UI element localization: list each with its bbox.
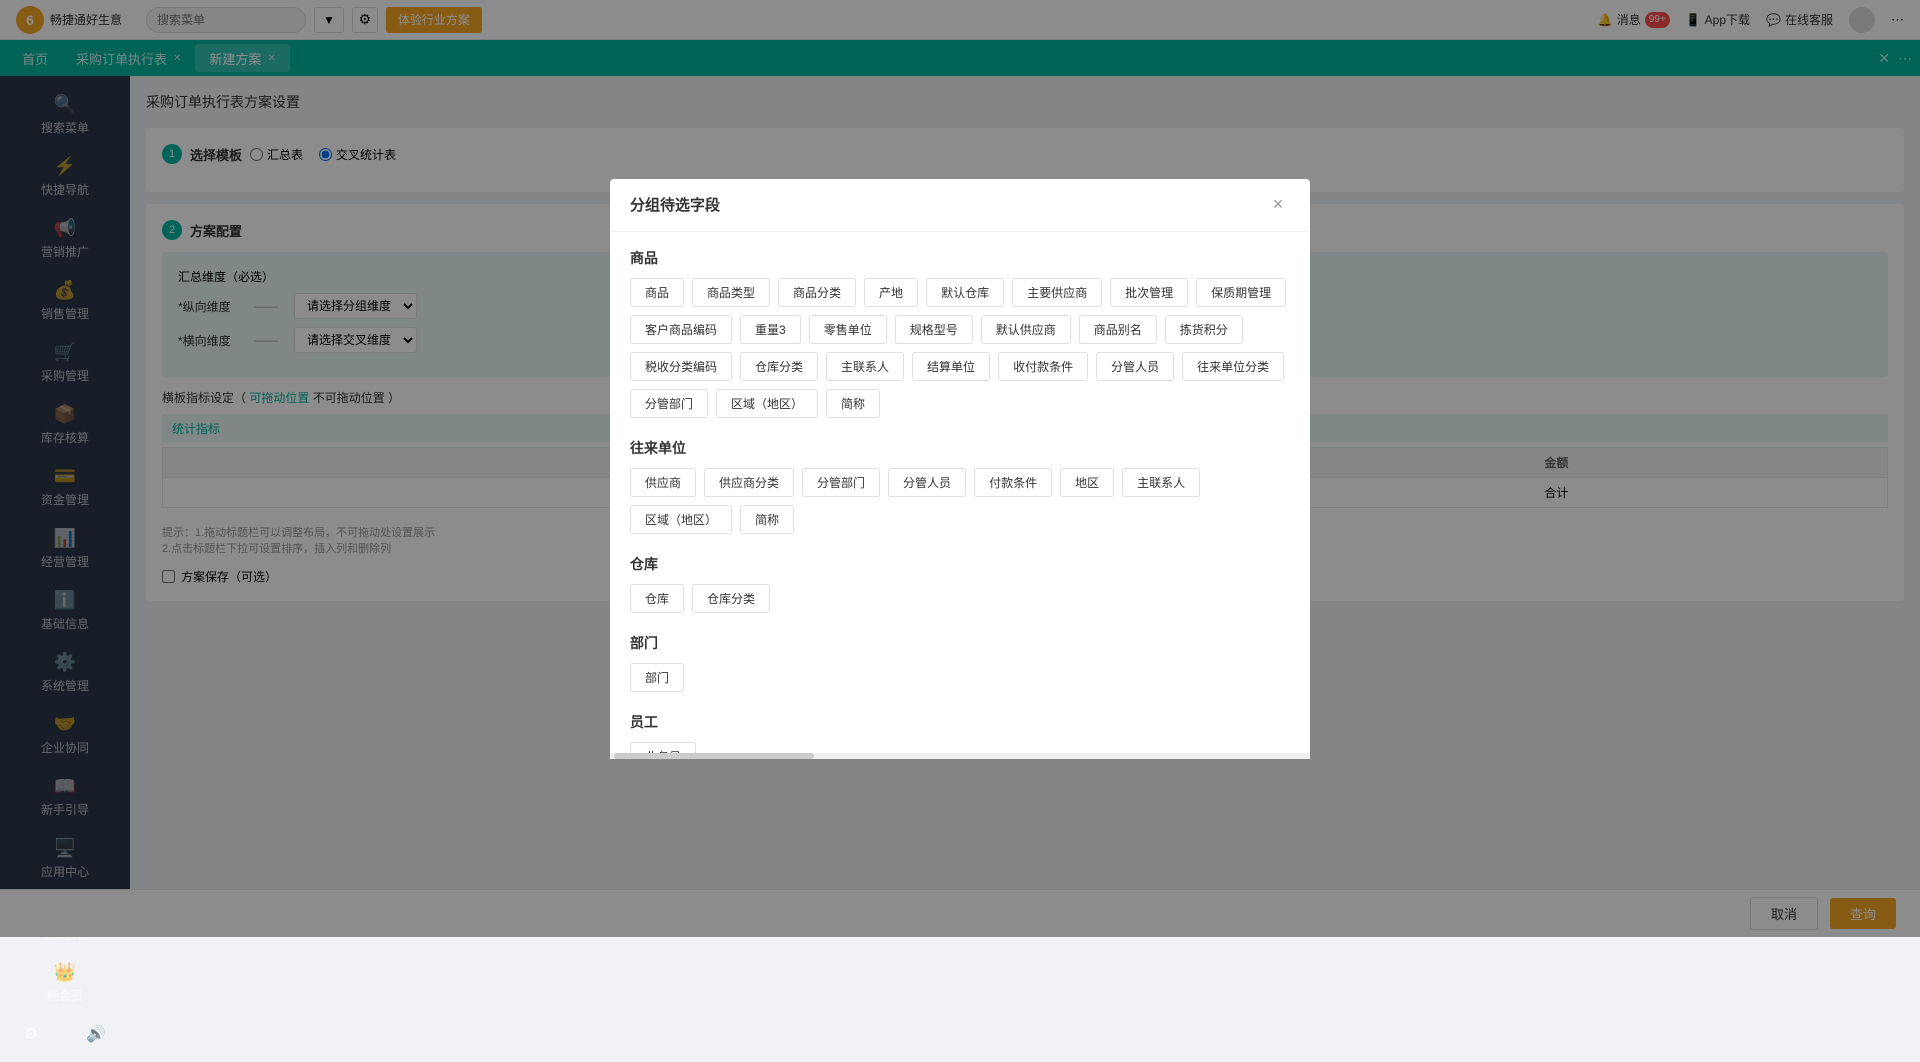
partner-tags: 供应商 供应商分类 分管部门 分管人员 付款条件 地区 主联系人 区域（地区） … bbox=[630, 468, 1290, 534]
field-tag-pick-points[interactable]: 拣货积分 bbox=[1165, 315, 1243, 344]
section-employee-title: 员工 bbox=[630, 712, 1290, 732]
field-tag-dept-mgmt[interactable]: 分管部门 bbox=[630, 389, 708, 418]
section-dept: 部门 部门 bbox=[630, 633, 1290, 692]
field-tag-goods-category[interactable]: 商品分类 bbox=[778, 278, 856, 307]
field-tag-supplier-category[interactable]: 供应商分类 bbox=[704, 468, 794, 497]
field-tag-partner-short[interactable]: 简称 bbox=[740, 505, 794, 534]
goods-tags: 商品 商品类型 商品分类 产地 默认仓库 主要供应商 批次管理 保质期管理 客户… bbox=[630, 278, 1290, 418]
field-tag-batch-mgmt[interactable]: 批次管理 bbox=[1110, 278, 1188, 307]
field-tag-customer-code[interactable]: 客户商品编码 bbox=[630, 315, 732, 344]
section-goods-title: 商品 bbox=[630, 248, 1290, 268]
field-tag-main-supplier[interactable]: 主要供应商 bbox=[1012, 278, 1102, 307]
field-tag-salesperson[interactable]: 业务员 bbox=[630, 742, 696, 753]
field-tag-weight3[interactable]: 重量3 bbox=[740, 315, 801, 344]
field-tag-origin[interactable]: 产地 bbox=[864, 278, 918, 307]
modal-overlay: 分组待选字段 × 商品 商品 商品类型 商品分类 产地 默认仓库 主要供应商 批… bbox=[0, 0, 1920, 937]
section-partner-title: 往来单位 bbox=[630, 438, 1290, 458]
field-tag-partner-region[interactable]: 区域（地区） bbox=[630, 505, 732, 534]
dept-tags: 部门 bbox=[630, 663, 1290, 692]
field-tag-warehouse[interactable]: 仓库 bbox=[630, 584, 684, 613]
field-tag-payment-condition[interactable]: 付款条件 bbox=[974, 468, 1052, 497]
field-tag-main-contact[interactable]: 主联系人 bbox=[826, 352, 904, 381]
field-tag-short-name[interactable]: 简称 bbox=[826, 389, 880, 418]
field-tag-partner-category[interactable]: 往来单位分类 bbox=[1182, 352, 1284, 381]
field-tag-goods-type[interactable]: 商品类型 bbox=[692, 278, 770, 307]
modal-scrollbar[interactable] bbox=[610, 753, 1310, 759]
modal-header: 分组待选字段 × bbox=[610, 179, 1310, 232]
field-tag-warehouse-cat[interactable]: 仓库分类 bbox=[692, 584, 770, 613]
sidebar-item-member[interactable]: 👑 畅会员 bbox=[0, 952, 130, 1014]
field-tag-area[interactable]: 地区 bbox=[1060, 468, 1114, 497]
field-tag-payment-terms[interactable]: 收付款条件 bbox=[998, 352, 1088, 381]
field-tag-supplier[interactable]: 供应商 bbox=[630, 468, 696, 497]
field-tag-manager[interactable]: 分管人员 bbox=[1096, 352, 1174, 381]
section-employee: 员工 业务员 bbox=[630, 712, 1290, 753]
scrollbar-thumb bbox=[614, 753, 814, 759]
sidebar-volume-icon[interactable]: 🔊 bbox=[86, 1024, 106, 1044]
field-tag-spec-model[interactable]: 规格型号 bbox=[895, 315, 973, 344]
warehouse-tags: 仓库 仓库分类 bbox=[630, 584, 1290, 613]
modal-body: 商品 商品 商品类型 商品分类 产地 默认仓库 主要供应商 批次管理 保质期管理… bbox=[610, 232, 1310, 753]
section-partner: 往来单位 供应商 供应商分类 分管部门 分管人员 付款条件 地区 主联系人 区域… bbox=[630, 438, 1290, 534]
field-tag-warehouse-category[interactable]: 仓库分类 bbox=[740, 352, 818, 381]
field-tag-default-supplier[interactable]: 默认供应商 bbox=[981, 315, 1071, 344]
field-tag-default-warehouse[interactable]: 默认仓库 bbox=[926, 278, 1004, 307]
field-tag-retail-unit[interactable]: 零售单位 bbox=[809, 315, 887, 344]
field-tag-partner-contact[interactable]: 主联系人 bbox=[1122, 468, 1200, 497]
field-tag-dept[interactable]: 部门 bbox=[630, 663, 684, 692]
field-tag-region[interactable]: 区域（地区） bbox=[716, 389, 818, 418]
member-icon: 👑 bbox=[54, 962, 76, 983]
field-tag-shelf-life-mgmt[interactable]: 保质期管理 bbox=[1196, 278, 1286, 307]
field-tag-goods[interactable]: 商品 bbox=[630, 278, 684, 307]
field-tag-partner-dept[interactable]: 分管部门 bbox=[802, 468, 880, 497]
employee-tags: 业务员 bbox=[630, 742, 1290, 753]
field-select-modal: 分组待选字段 × 商品 商品 商品类型 商品分类 产地 默认仓库 主要供应商 批… bbox=[610, 179, 1310, 759]
field-tag-goods-alias[interactable]: 商品别名 bbox=[1079, 315, 1157, 344]
field-tag-settlement-unit[interactable]: 结算单位 bbox=[912, 352, 990, 381]
sidebar-bottom: ⚙ 🔊 bbox=[0, 1014, 130, 1062]
modal-title: 分组待选字段 bbox=[630, 194, 720, 215]
sidebar-gear-icon[interactable]: ⚙ bbox=[24, 1024, 38, 1044]
field-tag-partner-manager[interactable]: 分管人员 bbox=[888, 468, 966, 497]
field-tag-tax-code[interactable]: 税收分类编码 bbox=[630, 352, 732, 381]
section-warehouse-title: 仓库 bbox=[630, 554, 1290, 574]
sidebar-bottom-row: ⚙ 🔊 bbox=[0, 1014, 130, 1054]
section-dept-title: 部门 bbox=[630, 633, 1290, 653]
modal-close-button[interactable]: × bbox=[1266, 193, 1290, 217]
section-goods: 商品 商品 商品类型 商品分类 产地 默认仓库 主要供应商 批次管理 保质期管理… bbox=[630, 248, 1290, 418]
section-warehouse: 仓库 仓库 仓库分类 bbox=[630, 554, 1290, 613]
